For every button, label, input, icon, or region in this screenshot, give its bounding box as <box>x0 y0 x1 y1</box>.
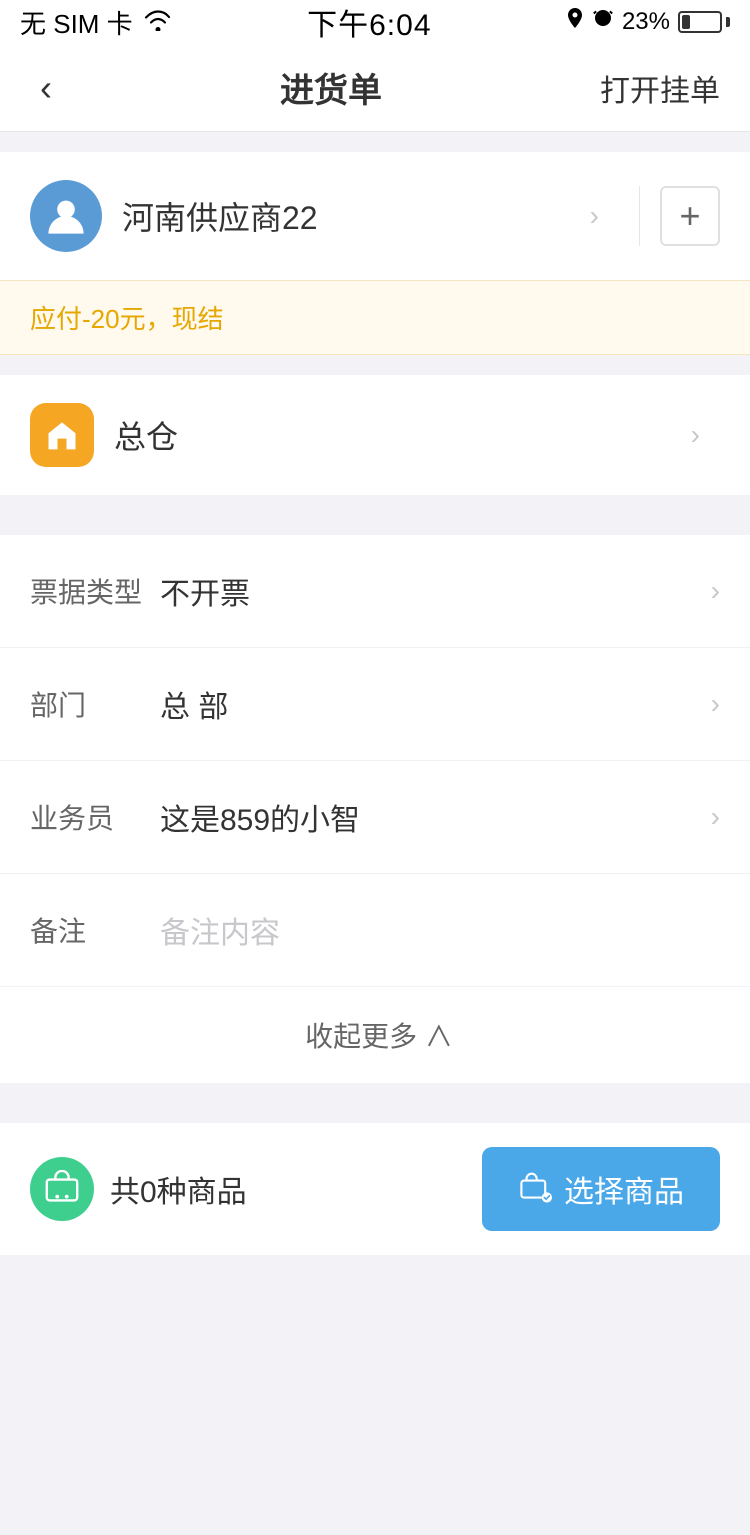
warehouse-card[interactable]: 总仓 › <box>0 375 750 495</box>
carrier-label: 无 SIM 卡 <box>20 4 133 41</box>
warehouse-icon-container <box>30 403 94 467</box>
remarks-value[interactable]: 备注内容 <box>160 908 720 952</box>
status-left: 无 SIM 卡 <box>20 4 173 41</box>
salesperson-value: 这是859的小智 <box>160 795 711 839</box>
product-count-area: 共0种商品 <box>30 1157 247 1221</box>
remarks-label: 备注 <box>30 910 150 950</box>
department-label: 部门 <box>30 684 150 724</box>
salesperson-label: 业务员 <box>30 797 150 837</box>
supplier-name: 河南供应商22 <box>122 193 590 239</box>
status-right: 23% <box>566 8 730 37</box>
open-pending-button[interactable]: 打开挂单 <box>600 66 720 110</box>
alarm-icon <box>592 8 614 37</box>
select-product-label: 选择商品 <box>564 1167 684 1211</box>
battery-percentage: 23% <box>622 8 670 36</box>
select-product-button[interactable]: 选择商品 <box>482 1147 720 1231</box>
bottom-bar: 共0种商品 选择商品 <box>0 1123 750 1255</box>
product-icon-container <box>30 1157 94 1221</box>
form-section: 票据类型 不开票 › 部门 总 部 › 业务员 这是859的小智 › 备注 备注… <box>0 535 750 986</box>
supplier-avatar <box>30 180 102 252</box>
notice-text: 应付-20元，现结 <box>30 304 224 334</box>
section-gap-1 <box>0 132 750 152</box>
department-chevron-icon: › <box>711 688 720 720</box>
location-icon <box>566 8 584 37</box>
section-gap-3 <box>0 495 750 515</box>
invoice-type-value: 不开票 <box>160 569 711 613</box>
warehouse-icon <box>44 417 80 453</box>
section-gap-2 <box>0 355 750 375</box>
warehouse-chevron-icon: › <box>691 419 700 451</box>
invoice-type-chevron-icon: › <box>711 575 720 607</box>
page-title: 进货单 <box>280 63 382 112</box>
invoice-type-label: 票据类型 <box>30 571 150 611</box>
warehouse-row[interactable]: 总仓 › <box>0 375 750 495</box>
back-button[interactable]: ‹ <box>30 57 62 119</box>
collapse-label: 收起更多 ∧ <box>305 1015 453 1055</box>
wifi-icon <box>143 7 173 38</box>
supplier-row[interactable]: 河南供应商22 › + <box>0 152 750 280</box>
collapse-row[interactable]: 收起更多 ∧ <box>0 987 750 1083</box>
supplier-card: 河南供应商22 › + 应付-20元，现结 <box>0 152 750 355</box>
salesperson-row[interactable]: 业务员 这是859的小智 › <box>0 761 750 874</box>
page-background <box>0 1255 750 1535</box>
salesperson-chevron-icon: › <box>711 801 720 833</box>
select-icon <box>518 1172 552 1206</box>
notice-banner: 应付-20元，现结 <box>0 280 750 355</box>
status-bar: 无 SIM 卡 下午6:04 23% <box>0 0 750 44</box>
person-icon <box>44 194 88 238</box>
department-value: 总 部 <box>160 682 711 726</box>
supplier-chevron-icon: › <box>590 200 599 232</box>
department-row[interactable]: 部门 总 部 › <box>0 648 750 761</box>
nav-bar: ‹ 进货单 打开挂单 <box>0 44 750 132</box>
divider <box>639 186 640 246</box>
battery-icon <box>678 11 730 33</box>
invoice-type-row[interactable]: 票据类型 不开票 › <box>0 535 750 648</box>
cart-icon <box>43 1170 81 1208</box>
remarks-row[interactable]: 备注 备注内容 <box>0 874 750 986</box>
product-count-text: 共0种商品 <box>110 1167 247 1211</box>
section-gap-4 <box>0 1083 750 1103</box>
status-time: 下午6:04 <box>307 0 431 44</box>
warehouse-name: 总仓 <box>114 412 691 458</box>
add-supplier-button[interactable]: + <box>660 186 720 246</box>
